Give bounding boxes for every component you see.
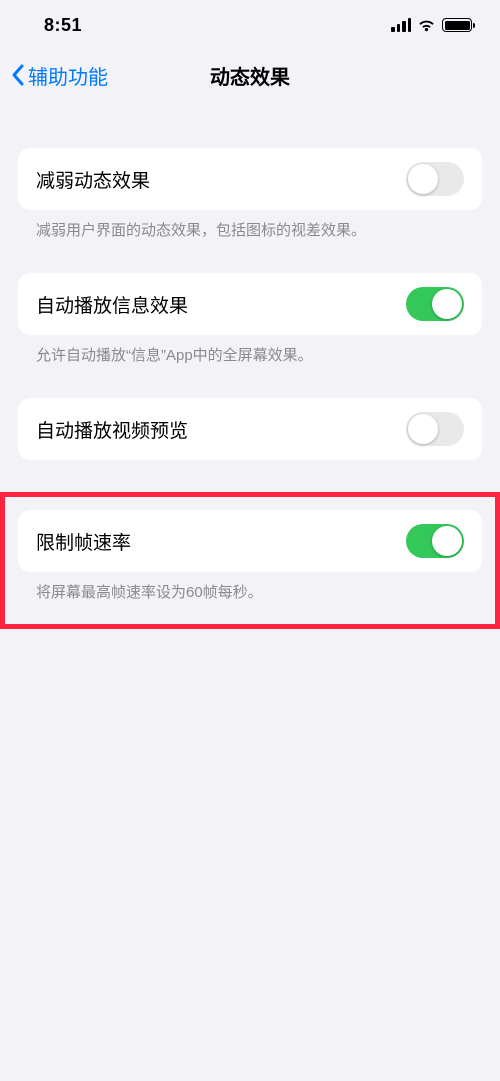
status-indicators [391,18,472,32]
auto-video-previews-toggle[interactable] [406,412,464,446]
page-title: 动态效果 [210,61,290,90]
setting-group-reduce-motion: 减弱动态效果 减弱用户界面的动态效果，包括图标的视差效果。 [0,148,500,241]
back-button[interactable]: 辅助功能 [10,61,108,90]
auto-message-effects-toggle[interactable] [406,287,464,321]
reduce-motion-footer: 减弱用户界面的动态效果，包括图标的视差效果。 [18,210,482,241]
setting-group-auto-message-effects: 自动播放信息效果 允许自动播放“信息”App中的全屏幕效果。 [0,273,500,366]
setting-group-auto-video-previews: 自动播放视频预览 [0,398,500,460]
battery-icon [442,18,472,32]
auto-message-effects-footer: 允许自动播放“信息”App中的全屏幕效果。 [18,335,482,366]
auto-video-previews-label: 自动播放视频预览 [36,416,188,443]
reduce-motion-row[interactable]: 减弱动态效果 [18,148,482,210]
limit-frame-rate-toggle[interactable] [406,524,464,558]
highlight-annotation: 限制帧速率 将屏幕最高帧速率设为60帧每秒。 [0,492,500,629]
limit-frame-rate-footer: 将屏幕最高帧速率设为60帧每秒。 [18,572,482,611]
wifi-icon [417,18,436,32]
cellular-signal-icon [391,18,411,32]
status-bar: 8:51 [0,0,500,50]
auto-message-effects-row[interactable]: 自动播放信息效果 [18,273,482,335]
status-time: 8:51 [44,15,82,36]
limit-frame-rate-row[interactable]: 限制帧速率 [18,510,482,572]
auto-message-effects-label: 自动播放信息效果 [36,291,188,318]
reduce-motion-label: 减弱动态效果 [36,166,150,193]
back-label: 辅助功能 [28,61,108,90]
limit-frame-rate-label: 限制帧速率 [36,528,131,555]
chevron-left-icon [10,63,26,87]
auto-video-previews-row[interactable]: 自动播放视频预览 [18,398,482,460]
reduce-motion-toggle[interactable] [406,162,464,196]
navigation-bar: 辅助功能 动态效果 [0,50,500,100]
